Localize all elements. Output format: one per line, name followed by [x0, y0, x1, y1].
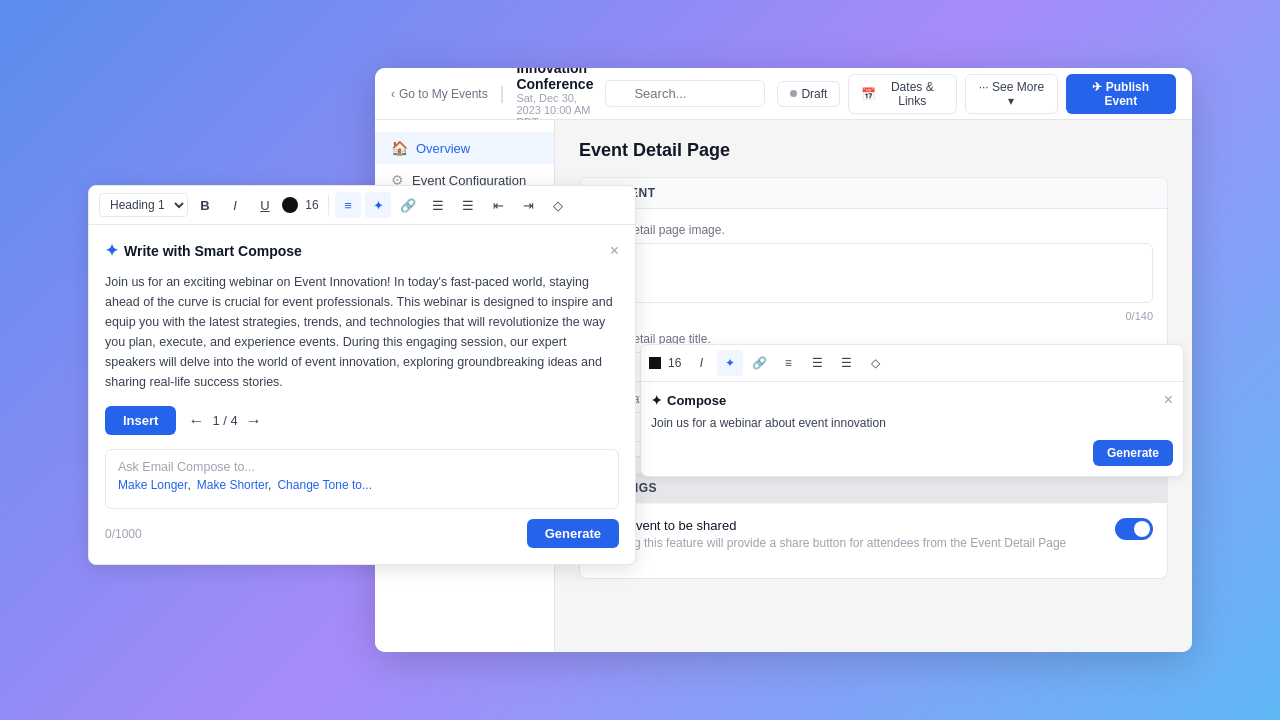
publish-button[interactable]: ✈ Publish Event — [1066, 74, 1176, 114]
pagination: ← 1 / 4 → — [188, 413, 261, 429]
bold-button[interactable]: B — [192, 192, 218, 218]
see-more-label: ··· See More — [979, 80, 1044, 94]
page-separator: / — [223, 413, 230, 428]
behind-compose-header: ✦ Compose × — [651, 392, 1173, 408]
calendar-icon: 📅 — [861, 87, 876, 101]
content-section-header: Content — [580, 178, 1167, 209]
color-picker[interactable] — [282, 197, 298, 213]
draft-dot — [790, 90, 797, 97]
sidebar-item-label: Overview — [416, 141, 470, 156]
smart-star-icon: ✦ — [105, 241, 118, 260]
dates-links-button[interactable]: 📅 Dates & Links — [848, 74, 957, 114]
draft-button[interactable]: Draft — [777, 81, 840, 107]
event-info: Innovation Conference Sat, Dec 30, 2023 … — [516, 68, 593, 128]
behind-compose-close-button[interactable]: × — [1164, 392, 1173, 408]
image-char-count: 0/140 — [594, 310, 1153, 322]
behind-compose-title: ✦ Compose — [651, 393, 726, 408]
heading-select[interactable]: Heading 1 — [99, 193, 188, 217]
back-label: Go to My Events — [399, 87, 488, 101]
change-tone-link[interactable]: Change Tone to... — [277, 478, 372, 492]
app-header: ‹ Go to My Events | Innovation Conferenc… — [375, 68, 1192, 120]
smart-compose-header: ✦ Write with Smart Compose × — [105, 241, 619, 260]
behind-compose-title-text: Compose — [667, 393, 726, 408]
behind-compose-footer: Generate — [651, 440, 1173, 466]
behind-toolbar: 16 I ✦ 🔗 ≡ ☰ ☰ ◇ — [641, 345, 1183, 382]
behind-align-btn[interactable]: ≡ — [775, 350, 801, 376]
behind-star-icon: ✦ — [651, 393, 662, 408]
allow-share-toggle[interactable] — [1115, 518, 1153, 540]
back-link[interactable]: ‹ Go to My Events — [391, 87, 488, 101]
dates-links-label: Dates & Links — [880, 80, 944, 108]
font-size: 16 — [302, 198, 322, 212]
page-current: 1 — [212, 413, 219, 428]
behind-link-btn[interactable]: 🔗 — [746, 350, 772, 376]
make-shorter-link[interactable]: Make Shorter — [197, 478, 272, 492]
draft-label: Draft — [801, 87, 827, 101]
insert-button[interactable]: Insert — [105, 406, 176, 435]
sidebar-item-overview[interactable]: 🏠 Overview — [375, 132, 554, 164]
behind-color-dot — [649, 357, 661, 369]
behind-compose-body: ✦ Compose × Join us for a webinar about … — [641, 382, 1183, 476]
behind-list2-btn[interactable]: ☰ — [833, 350, 859, 376]
align-button[interactable]: ≡ — [335, 192, 361, 218]
smart-compose-title-text: Write with Smart Compose — [124, 243, 302, 259]
compose-actions: Insert ← 1 / 4 → — [105, 406, 619, 435]
make-longer-link[interactable]: Make Longer — [118, 478, 191, 492]
smart-compose-generated-text: Join us for an exciting webinar on Event… — [105, 272, 619, 392]
allow-share-text: Allow event to be shared Enabling this f… — [594, 518, 1066, 550]
special-char-button[interactable]: ◇ — [545, 192, 571, 218]
behind-smart-btn[interactable]: ✦ — [717, 350, 743, 376]
smart-compose-close-button[interactable]: × — [610, 243, 619, 259]
behind-compose-panel: 16 I ✦ 🔗 ≡ ☰ ☰ ◇ ✦ Compose × Join us for… — [640, 344, 1184, 477]
ordered-list-button[interactable]: ☰ — [455, 192, 481, 218]
compose-input-area[interactable]: Ask Email Compose to... Make Longer Make… — [105, 449, 619, 509]
chevron-down-icon: ▾ — [1008, 94, 1014, 108]
behind-italic-btn[interactable]: I — [688, 350, 714, 376]
next-page-button[interactable]: → — [246, 413, 262, 429]
back-chevron-icon: ‹ — [391, 87, 395, 101]
see-more-button[interactable]: ··· See More ▾ — [965, 74, 1057, 114]
search-input[interactable] — [605, 80, 765, 107]
image-textarea[interactable] — [594, 243, 1153, 303]
toolbar-divider-1 — [328, 195, 329, 215]
search-wrap: 🔍 — [605, 80, 765, 107]
smart-compose-panel: Heading 1 B I U 16 ≡ ✦ 🔗 ☰ ☰ ⇤ ⇥ ◇ ✦ Wri… — [88, 185, 636, 565]
header-actions: Draft 📅 Dates & Links ··· See More ▾ ✈ P… — [777, 74, 1176, 114]
settings-section-header: Settings — [579, 473, 1168, 503]
behind-special-btn[interactable]: ◇ — [862, 350, 888, 376]
indent-increase-button[interactable]: ⇥ — [515, 192, 541, 218]
event-title: Innovation Conference — [516, 68, 593, 92]
compose-input-links: Make Longer Make Shorter Change Tone to.… — [118, 478, 606, 492]
allow-share-desc: Enabling this feature will provide a sha… — [594, 536, 1066, 550]
page-title: Event Detail Page — [579, 140, 1168, 161]
image-field-label: event detail page image. — [594, 223, 1153, 237]
allow-share-row: Allow event to be shared Enabling this f… — [594, 503, 1153, 564]
italic-button[interactable]: I — [222, 192, 248, 218]
underline-button[interactable]: U — [252, 192, 278, 218]
generate-button[interactable]: Generate — [527, 519, 619, 548]
compose-char-count: 0/1000 — [105, 527, 142, 541]
link-button[interactable]: 🔗 — [395, 192, 421, 218]
behind-list-btn[interactable]: ☰ — [804, 350, 830, 376]
smart-compose-body: ✦ Write with Smart Compose × Join us for… — [89, 225, 635, 564]
smart-compose-title: ✦ Write with Smart Compose — [105, 241, 302, 260]
page-total: 4 — [231, 413, 238, 428]
allow-share-label: Allow event to be shared — [594, 518, 1066, 533]
behind-compose-input-text: Join us for a webinar about event innova… — [651, 416, 1173, 430]
header-divider: | — [500, 83, 505, 104]
prev-page-button[interactable]: ← — [188, 413, 204, 429]
overview-icon: 🏠 — [391, 140, 408, 156]
behind-generate-button[interactable]: Generate — [1093, 440, 1173, 466]
compose-footer: 0/1000 Generate — [105, 519, 619, 548]
indent-decrease-button[interactable]: ⇤ — [485, 192, 511, 218]
publish-label: ✈ Publish Event — [1080, 80, 1162, 108]
smart-compose-toolbar-btn[interactable]: ✦ — [365, 192, 391, 218]
behind-font-size: 16 — [664, 356, 685, 370]
bullet-list-button[interactable]: ☰ — [425, 192, 451, 218]
compose-input-placeholder: Ask Email Compose to... — [118, 460, 606, 474]
editor-toolbar: Heading 1 B I U 16 ≡ ✦ 🔗 ☰ ☰ ⇤ ⇥ ◇ — [89, 186, 635, 225]
page-indicator: 1 / 4 — [212, 413, 237, 428]
